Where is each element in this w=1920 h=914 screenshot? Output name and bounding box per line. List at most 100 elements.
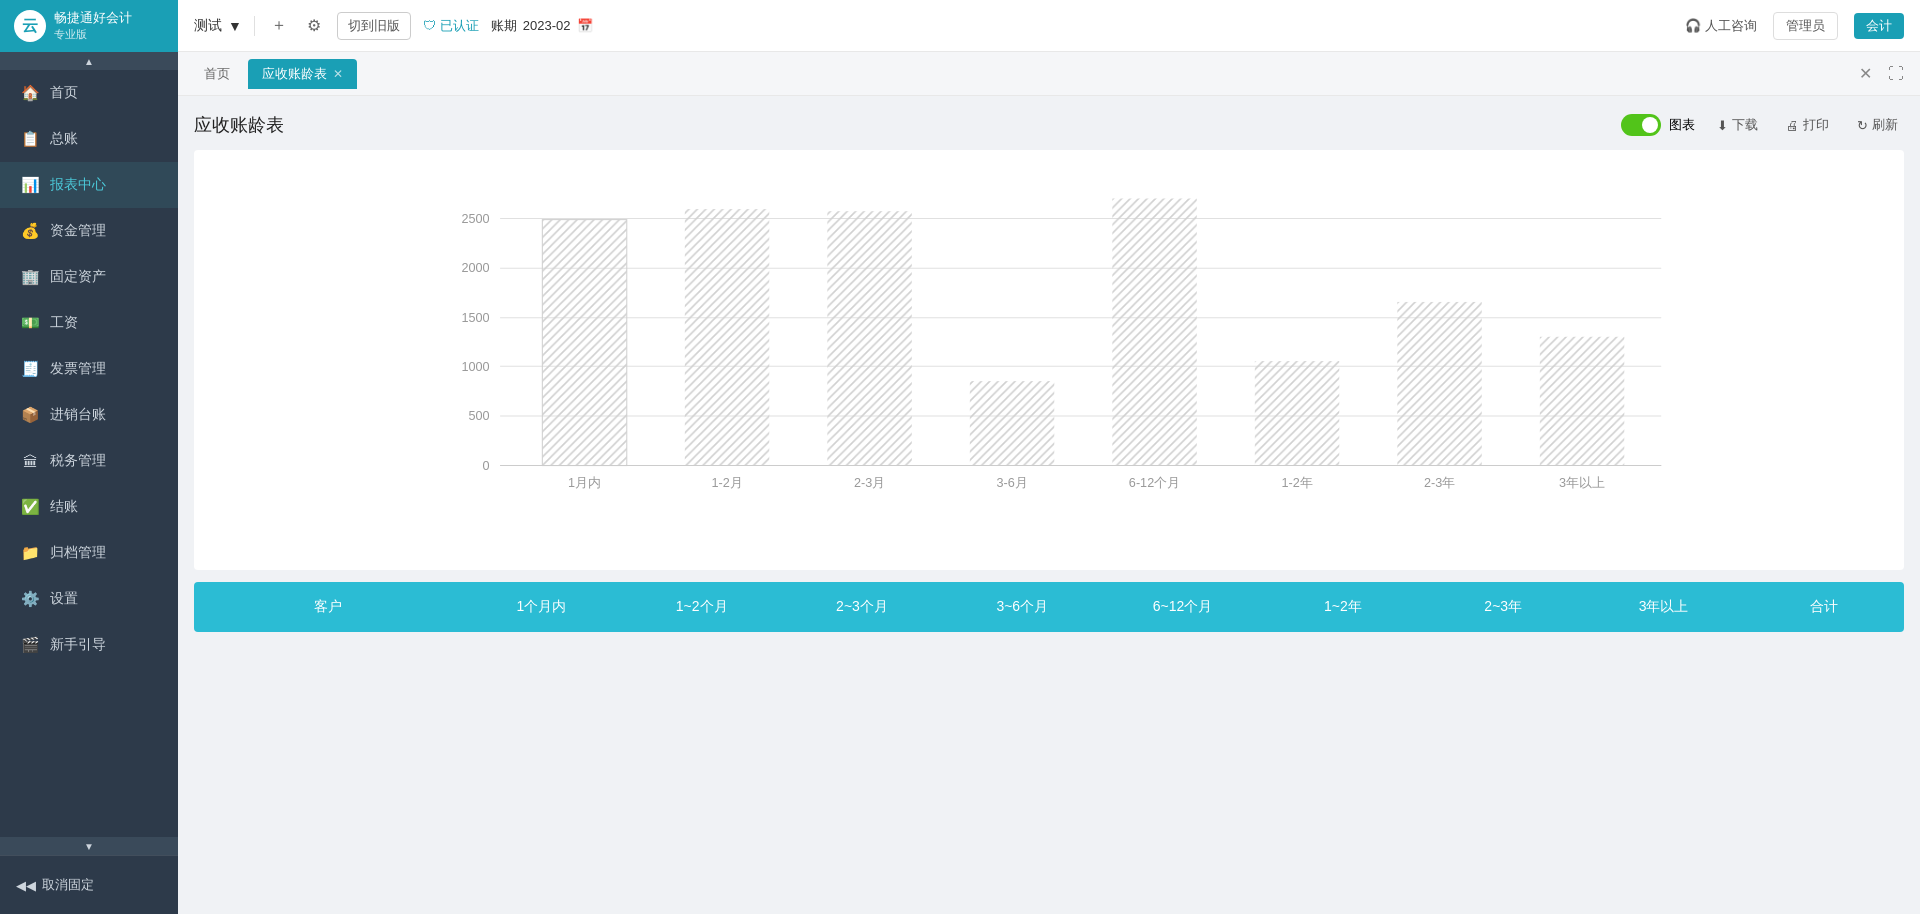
tab-close-icon[interactable]: ✕ [1855,60,1876,87]
table-header-cell-4: 3~6个月 [942,582,1102,632]
company-dropdown-icon: ▼ [228,18,242,34]
chart-toggle-label: 图表 [1669,116,1695,134]
sidebar-icon-6: 🧾 [20,360,40,378]
svg-rect-13 [542,220,626,466]
sidebar-label-12: 新手引导 [50,636,106,654]
svg-rect-16 [970,381,1054,465]
print-icon: 🖨 [1786,118,1799,133]
sidebar-scroll-down[interactable]: ▼ [0,837,178,855]
refresh-icon: ↻ [1857,118,1868,133]
svg-text:6-12个月: 6-12个月 [1129,476,1180,490]
sidebar-item-11[interactable]: ⚙️ 设置 [0,576,178,622]
print-label: 打印 [1803,116,1829,134]
sidebar-item-3[interactable]: 💰 资金管理 [0,208,178,254]
tabbar: 首页 应收账龄表 ✕ ✕ ⛶ [178,52,1920,96]
sidebar-label-11: 设置 [50,590,78,608]
table-header-cell-3: 2~3个月 [782,582,942,632]
old-version-button[interactable]: 切到旧版 [337,12,411,40]
chart-toggle[interactable] [1621,114,1661,136]
tab-home[interactable]: 首页 [190,59,244,89]
sidebar-label-8: 税务管理 [50,452,106,470]
sidebar-label-0: 首页 [50,84,78,102]
sidebar-label-2: 报表中心 [50,176,106,194]
sidebar-label-5: 工资 [50,314,78,332]
svg-text:3-6月: 3-6月 [996,476,1027,490]
cancel-fixed-button[interactable]: ◀◀ 取消固定 [0,866,178,904]
page-header: 应收账龄表 图表 ⬇ 下载 🖨 打印 ↻ 刷新 [194,112,1904,138]
svg-text:500: 500 [468,409,489,423]
svg-rect-18 [1255,361,1339,466]
sidebar-label-9: 结账 [50,498,78,516]
svg-text:1-2月: 1-2月 [711,476,742,490]
sidebar-label-3: 资金管理 [50,222,106,240]
chart-toggle-container: 图表 [1621,114,1695,136]
sidebar-icon-9: ✅ [20,498,40,516]
svg-rect-20 [1540,337,1624,466]
sidebar-scroll-up[interactable]: ▲ [0,52,178,70]
table-card: 客户1个月内1~2个月2~3个月3~6个月6~12个月1~2年2~3年3年以上合… [194,582,1904,632]
download-button[interactable]: ⬇ 下载 [1711,112,1764,138]
sidebar-item-8[interactable]: 🏛 税务管理 [0,438,178,484]
period-value: 2023-02 [523,18,571,33]
tab-expand-icon[interactable]: ⛶ [1884,61,1908,87]
table-header-cell-8: 3年以上 [1583,582,1743,632]
sidebar-icon-4: 🏢 [20,268,40,286]
chart-svg: 0 500 1000 1500 2000 2500 [218,170,1880,550]
topbar-right: 🎧 人工咨询 管理员 会计 [1685,12,1904,40]
svg-text:1月内: 1月内 [568,476,601,490]
manager-button[interactable]: 管理员 [1773,12,1838,40]
table-header-cell-2: 1~2个月 [622,582,782,632]
calendar-icon[interactable]: 📅 [577,18,593,33]
company-name: 测试 [194,17,222,35]
sidebar-item-4[interactable]: 🏢 固定资产 [0,254,178,300]
tab-home-label: 首页 [204,65,230,83]
company-selector[interactable]: 测试 ▼ [194,17,242,35]
download-label: 下载 [1732,116,1758,134]
content-area: 应收账龄表 图表 ⬇ 下载 🖨 打印 ↻ 刷新 [178,96,1920,914]
download-icon: ⬇ [1717,118,1728,133]
main-area: 测试 ▼ ＋ ⚙ 切到旧版 🛡 已认证 账期 2023-02 📅 🎧 人工咨询 … [178,0,1920,914]
svg-rect-15 [827,211,911,465]
sidebar-label-4: 固定资产 [50,268,106,286]
tab-aging[interactable]: 应收账龄表 ✕ [248,59,357,89]
headset-icon: 🎧 [1685,18,1701,33]
app-logo: 云 畅捷通好会计 专业版 [0,0,178,52]
chart-container: 0 500 1000 1500 2000 2500 [218,170,1880,550]
sidebar-icon-1: 📋 [20,130,40,148]
cancel-fixed-icon: ◀◀ [16,878,36,893]
consult-button[interactable]: 🎧 人工咨询 [1685,17,1757,35]
sidebar-item-0[interactable]: 🏠 首页 [0,70,178,116]
topbar: 测试 ▼ ＋ ⚙ 切到旧版 🛡 已认证 账期 2023-02 📅 🎧 人工咨询 … [178,0,1920,52]
settings-icon[interactable]: ⚙ [303,12,325,39]
svg-text:2-3年: 2-3年 [1424,476,1455,490]
svg-text:0: 0 [483,459,490,473]
sidebar: 云 畅捷通好会计 专业版 ▲ 🏠 首页 📋 总账 📊 报表中心 💰 资金管理 🏢… [0,0,178,914]
topbar-divider-1 [254,16,255,36]
sidebar-item-10[interactable]: 📁 归档管理 [0,530,178,576]
sidebar-item-9[interactable]: ✅ 结账 [0,484,178,530]
sidebar-item-7[interactable]: 📦 进销台账 [0,392,178,438]
sidebar-item-6[interactable]: 🧾 发票管理 [0,346,178,392]
sidebar-icon-10: 📁 [20,544,40,562]
table-header-cell-7: 2~3年 [1423,582,1583,632]
chart-card: 0 500 1000 1500 2000 2500 [194,150,1904,570]
refresh-button[interactable]: ↻ 刷新 [1851,112,1904,138]
svg-text:1-2年: 1-2年 [1281,476,1312,490]
sidebar-label-1: 总账 [50,130,78,148]
svg-text:3年以上: 3年以上 [1559,476,1605,490]
svg-text:1000: 1000 [461,360,489,374]
sidebar-item-12[interactable]: 🎬 新手引导 [0,622,178,668]
sidebar-item-5[interactable]: 💵 工资 [0,300,178,346]
sidebar-item-2[interactable]: 📊 报表中心 [0,162,178,208]
cancel-fixed-label: 取消固定 [42,876,94,894]
add-button[interactable]: ＋ [267,11,291,40]
svg-text:2500: 2500 [461,212,489,226]
sidebar-item-1[interactable]: 📋 总账 [0,116,178,162]
sidebar-bottom: ◀◀ 取消固定 [0,855,178,914]
print-button[interactable]: 🖨 打印 [1780,112,1835,138]
role-button[interactable]: 会计 [1854,13,1904,39]
svg-text:1500: 1500 [461,311,489,325]
period-display: 账期 2023-02 📅 [491,17,593,35]
app-edition: 专业版 [54,27,132,42]
tab-aging-close[interactable]: ✕ [333,67,343,81]
